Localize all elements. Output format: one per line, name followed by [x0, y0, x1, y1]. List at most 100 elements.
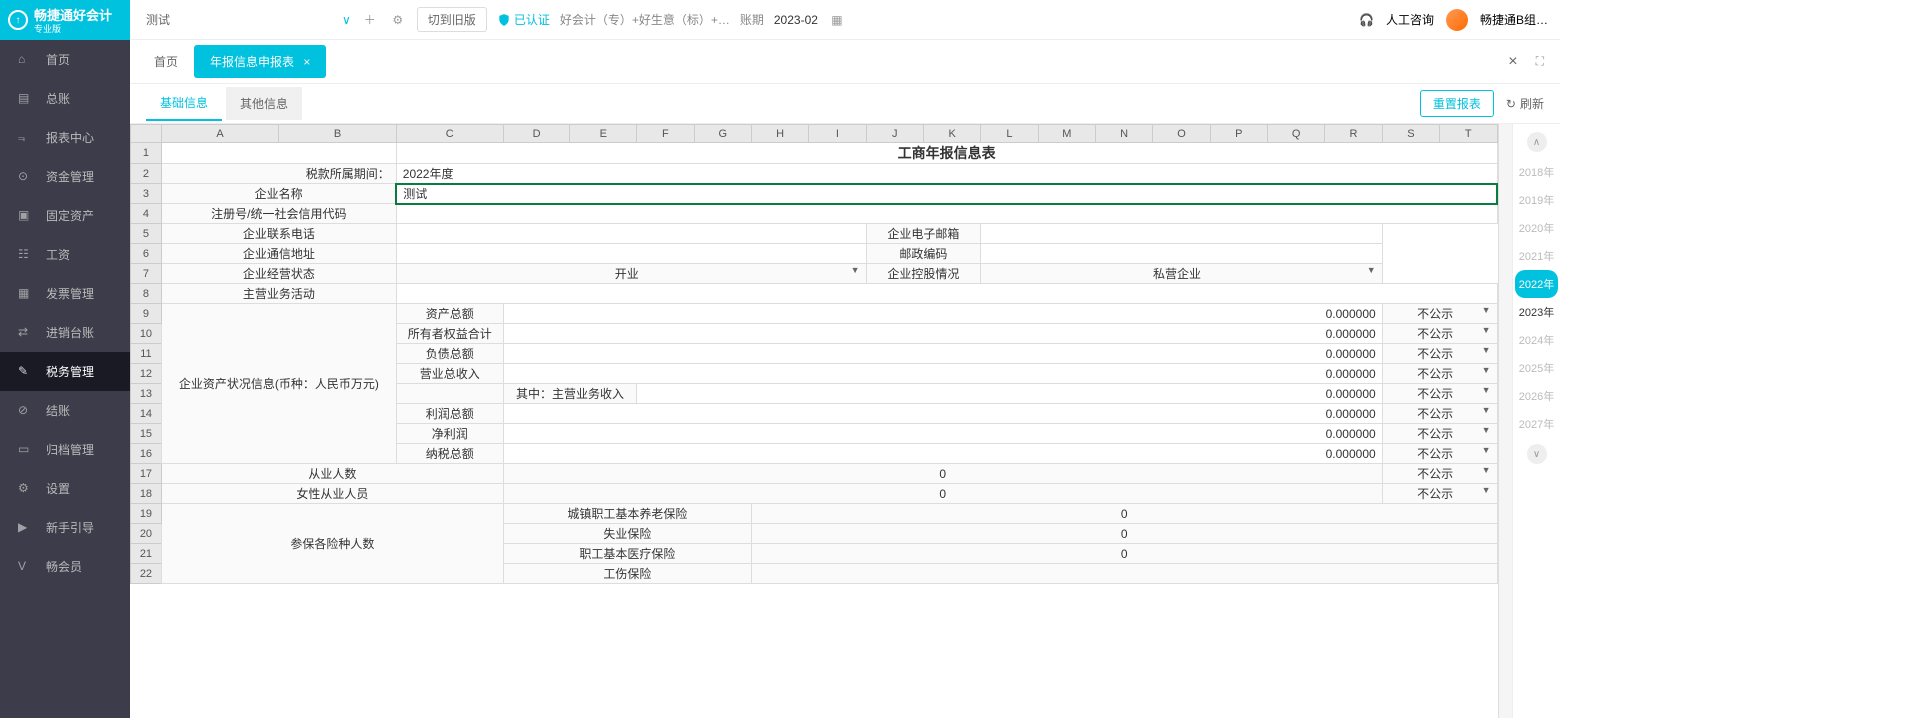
col-header[interactable]: D — [503, 125, 570, 143]
user-name[interactable]: 畅捷通B组… — [1480, 11, 1548, 28]
nav-archive[interactable]: ▭归档管理 — [0, 430, 130, 469]
col-header[interactable]: K — [923, 125, 980, 143]
period-value[interactable]: 2022年度 — [396, 164, 1497, 184]
tab-report[interactable]: 年报信息申报表 × — [194, 45, 326, 78]
col-header[interactable]: I — [809, 125, 866, 143]
row-header[interactable]: 5 — [131, 224, 162, 244]
subtab-other[interactable]: 其他信息 — [226, 87, 302, 120]
year-2027年[interactable]: 2027年 — [1515, 410, 1558, 438]
switch-old-button[interactable]: 切到旧版 — [417, 7, 487, 32]
row-header[interactable]: 4 — [131, 204, 162, 224]
col-header[interactable]: S — [1382, 125, 1439, 143]
year-2025年[interactable]: 2025年 — [1515, 354, 1558, 382]
gear-icon[interactable]: ⚙ — [389, 13, 407, 27]
nav-guide[interactable]: ▶新手引导 — [0, 508, 130, 547]
headset-icon[interactable]: 🎧 — [1359, 13, 1374, 27]
row-header[interactable]: 15 — [131, 424, 162, 444]
row-header[interactable]: 22 — [131, 564, 162, 584]
period-value[interactable]: 2023-02 — [774, 13, 818, 27]
row-header[interactable]: 7 — [131, 264, 162, 284]
nav-vip[interactable]: V畅会员 — [0, 547, 130, 586]
row-header[interactable]: 14 — [131, 404, 162, 424]
row-header[interactable]: 18 — [131, 484, 162, 504]
nav-fund[interactable]: ⊙资金管理 — [0, 157, 130, 196]
spreadsheet[interactable]: ABCDEFGHIJKLMNOPQRST1工商年报信息表2税款所属期间：2022… — [130, 124, 1498, 718]
row-header[interactable]: 13 — [131, 384, 162, 404]
dropdown-icon[interactable]: ∨ — [342, 13, 351, 27]
tab-close-icon[interactable]: × — [303, 55, 310, 69]
row-header[interactable]: 9 — [131, 304, 162, 324]
year-2018年[interactable]: 2018年 — [1515, 158, 1558, 186]
nav-stock[interactable]: ⇄进销台账 — [0, 313, 130, 352]
col-header[interactable]: P — [1210, 125, 1267, 143]
nav-tax[interactable]: ✎税务管理 — [0, 352, 130, 391]
nav-invoice[interactable]: ▦发票管理 — [0, 274, 130, 313]
row-header[interactable]: 17 — [131, 464, 162, 484]
period-label[interactable]: 税款所属期间： — [161, 164, 396, 184]
biz-status-select[interactable]: 开业▼ — [396, 264, 866, 284]
tab-home[interactable]: 首页 — [138, 45, 194, 78]
col-header[interactable]: F — [637, 125, 694, 143]
year-2026年[interactable]: 2026年 — [1515, 382, 1558, 410]
support-link[interactable]: 人工咨询 — [1386, 11, 1434, 28]
col-header[interactable] — [131, 125, 162, 143]
row-header[interactable]: 8 — [131, 284, 162, 304]
col-header[interactable]: A — [161, 125, 278, 143]
refresh-button[interactable]: ↻ 刷新 — [1506, 95, 1544, 112]
sheet-title[interactable]: 工商年报信息表 — [396, 143, 1497, 164]
expand-icon[interactable]: ⛶ — [1528, 54, 1552, 69]
year-2020年[interactable]: 2020年 — [1515, 214, 1558, 242]
company-name-cell[interactable]: 测试 — [396, 184, 1497, 204]
nav-asset[interactable]: ▣固定资产 — [0, 196, 130, 235]
col-header[interactable]: G — [694, 125, 751, 143]
year-2019年[interactable]: 2019年 — [1515, 186, 1558, 214]
reset-button[interactable]: 重置报表 — [1420, 90, 1494, 117]
row-header[interactable]: 16 — [131, 444, 162, 464]
col-header[interactable]: E — [570, 125, 637, 143]
asset-group[interactable]: 企业资产状况信息(币种：人民币万元) — [161, 304, 396, 464]
row-header[interactable]: 20 — [131, 524, 162, 544]
col-header[interactable]: M — [1038, 125, 1095, 143]
reg-code-label[interactable]: 注册号/统一社会信用代码 — [161, 204, 396, 224]
year-down-icon[interactable]: ∨ — [1527, 444, 1547, 464]
col-header[interactable]: B — [279, 125, 396, 143]
col-header[interactable]: C — [396, 125, 503, 143]
col-header[interactable]: T — [1440, 125, 1497, 143]
nav-settings[interactable]: ⚙设置 — [0, 469, 130, 508]
row-header[interactable]: 11 — [131, 344, 162, 364]
row-header[interactable]: 1 — [131, 143, 162, 164]
insurance-group[interactable]: 参保各险种人数 — [161, 504, 503, 584]
col-header[interactable]: L — [981, 125, 1038, 143]
nav-close[interactable]: ⊘结账 — [0, 391, 130, 430]
year-up-icon[interactable]: ∧ — [1527, 132, 1547, 152]
nav-chart[interactable]: ⫬报表中心 — [0, 118, 130, 157]
row-header[interactable]: 10 — [131, 324, 162, 344]
row-header[interactable]: 21 — [131, 544, 162, 564]
subtab-basic[interactable]: 基础信息 — [146, 86, 222, 121]
avatar[interactable] — [1446, 9, 1468, 31]
nav-ledger[interactable]: ▤总账 — [0, 79, 130, 118]
row-header[interactable]: 12 — [131, 364, 162, 384]
row-header[interactable]: 19 — [131, 504, 162, 524]
company-name-label[interactable]: 企业名称 — [161, 184, 396, 204]
row-header[interactable]: 6 — [131, 244, 162, 264]
col-header[interactable]: R — [1325, 125, 1382, 143]
year-2024年[interactable]: 2024年 — [1515, 326, 1558, 354]
col-header[interactable]: Q — [1268, 125, 1325, 143]
calendar-icon[interactable]: ▦ — [828, 13, 846, 27]
col-header[interactable]: J — [866, 125, 923, 143]
col-header[interactable]: N — [1095, 125, 1152, 143]
add-icon[interactable]: ＋ — [361, 11, 379, 28]
col-header[interactable]: H — [751, 125, 808, 143]
row-header[interactable]: 2 — [131, 164, 162, 184]
close-icon[interactable]: × — [1498, 53, 1527, 71]
nav-salary[interactable]: ☷工资 — [0, 235, 130, 274]
scrollbar-vertical[interactable] — [1498, 124, 1512, 718]
holding-select[interactable]: 私营企业▼ — [981, 264, 1382, 284]
year-2021年[interactable]: 2021年 — [1515, 242, 1558, 270]
year-2023年[interactable]: 2023年 — [1515, 298, 1558, 326]
nav-home[interactable]: ⌂首页 — [0, 40, 130, 79]
company-select[interactable] — [142, 9, 332, 31]
row-header[interactable]: 3 — [131, 184, 162, 204]
col-header[interactable]: O — [1153, 125, 1210, 143]
